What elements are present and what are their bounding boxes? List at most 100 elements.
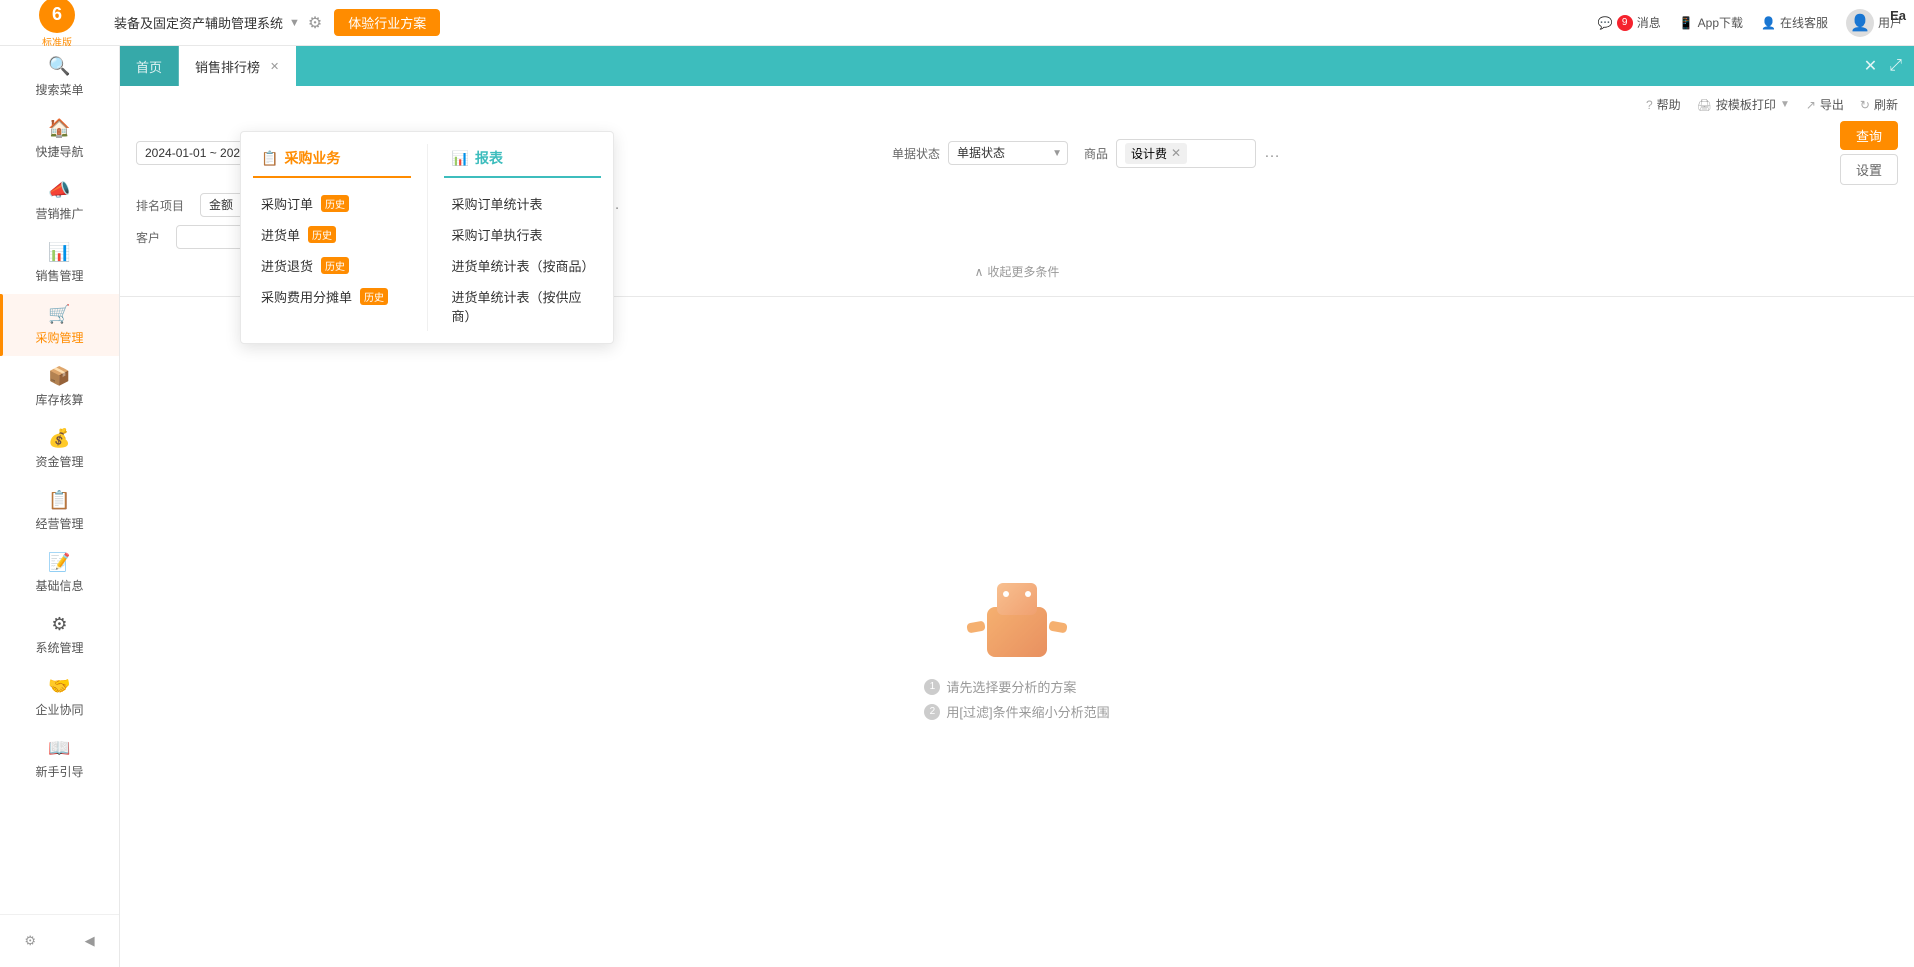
sidebar-item-inventory[interactable]: 📦 库存核算	[0, 356, 119, 418]
active-indicator	[0, 294, 3, 356]
close-tab-icon[interactable]: ✕	[1860, 52, 1881, 80]
menu-item-order-execute[interactable]: 采购订单执行表	[444, 219, 602, 250]
tabbar: 首页 销售排行榜 ✕ ✕ ⤢	[120, 46, 1914, 86]
settings-icon: ⚙	[24, 933, 36, 949]
print-button[interactable]: 🖨 按模板打印 ▼	[1697, 96, 1790, 113]
chevron-down-icon: ▼	[289, 17, 300, 29]
sidebar-item-sales[interactable]: 📊 销售管理	[0, 232, 119, 294]
sidebar: 🔍 搜索菜单 🏠 快捷导航 📣 营销推广 📊 销售管理 🛒 采购管理 📦 库存核…	[0, 46, 120, 967]
refresh-icon: ↻	[1860, 98, 1870, 112]
logo: 6 标准版	[12, 0, 102, 49]
sidebar-item-marketing[interactable]: 📣 营销推广	[0, 170, 119, 232]
operations-icon: 📋	[48, 490, 70, 511]
export-icon: ↗	[1806, 98, 1816, 112]
product-label: 商品	[1084, 145, 1108, 162]
history-badge-4: 历史	[360, 288, 388, 305]
inventory-icon: 📦	[48, 366, 70, 387]
system-icon: ⚙	[51, 614, 67, 635]
collapse-up-icon: ∧	[975, 265, 984, 279]
refresh-button[interactable]: ↻ 刷新	[1860, 96, 1898, 113]
customer-label: 客户	[136, 229, 160, 246]
system-name: 装备及固定资产辅助管理系统	[114, 13, 283, 32]
help-button[interactable]: ? 帮助	[1646, 96, 1681, 113]
system-selector[interactable]: 装备及固定资产辅助管理系统 ▼	[114, 13, 300, 32]
gear-icon[interactable]: ⚙	[308, 13, 322, 33]
settings-button[interactable]: 设置	[1840, 154, 1898, 185]
status-select-wrap: 单据状态 ▼	[948, 141, 1068, 165]
expand-icon[interactable]: ⤢	[1885, 53, 1906, 79]
online-service-button[interactable]: 👤 在线客服	[1761, 14, 1828, 31]
print-icon: 🖨	[1697, 98, 1712, 112]
product-dots-button[interactable]: …	[1264, 144, 1280, 162]
export-button[interactable]: ↗ 导出	[1806, 96, 1844, 113]
menu-item-inbound[interactable]: 进货单 历史	[253, 219, 411, 250]
report-section-icon: 📊	[452, 150, 469, 167]
dot-icon-2: 2	[924, 704, 940, 720]
empty-state: 1 请先选择要分析的方案 2 用[过滤]条件来缩小分析范围	[120, 297, 1914, 967]
avatar: 👤	[1846, 9, 1874, 37]
search-icon: 🔍	[48, 56, 70, 77]
guide-icon: 📖	[48, 738, 70, 759]
purchase-section-title: 📋 采购业务	[253, 144, 411, 178]
sidebar-item-basic-info[interactable]: 📝 基础信息	[0, 542, 119, 604]
tab-close-icon[interactable]: ✕	[270, 60, 279, 73]
home-icon: 🏠	[48, 118, 70, 139]
sidebar-item-system[interactable]: ⚙ 系统管理	[0, 604, 119, 666]
report-section-title: 📊 报表	[444, 144, 602, 178]
sidebar-item-guide[interactable]: 📖 新手引导	[0, 728, 119, 790]
detection-text: Ea	[1890, 8, 1906, 23]
sidebar-item-quick-nav[interactable]: 🏠 快捷导航	[0, 108, 119, 170]
empty-tip-2: 2 用[过滤]条件来缩小分析范围	[924, 702, 1109, 721]
app-download-button[interactable]: 📱 App下载	[1679, 14, 1743, 31]
message-icon: 💬	[1598, 16, 1613, 30]
menu-divider	[427, 144, 428, 331]
help-icon: ?	[1646, 98, 1653, 112]
purchase-icon: 🛒	[48, 304, 70, 325]
query-button[interactable]: 查询	[1840, 121, 1898, 150]
empty-tip-1: 1 请先选择要分析的方案	[924, 677, 1109, 696]
menu-item-inbound-by-product[interactable]: 进货单统计表（按商品）	[444, 250, 602, 281]
topbar-right: 💬 9 消息 📱 App下载 👤 在线客服 👤 用户 Ea	[1598, 9, 1902, 37]
menu-item-order-stats[interactable]: 采购订单统计表	[444, 188, 602, 219]
menu-item-return[interactable]: 进货退货 历史	[253, 250, 411, 281]
history-badge-2: 历史	[308, 226, 336, 243]
sidebar-settings-button[interactable]: ⚙	[14, 923, 46, 959]
basic-info-icon: 📝	[48, 552, 70, 573]
dot-icon-1: 1	[924, 679, 940, 695]
tab-home[interactable]: 首页	[120, 46, 179, 86]
tag-close-icon[interactable]: ✕	[1171, 146, 1181, 160]
sidebar-collapse-button[interactable]: ◀	[75, 923, 105, 959]
messages-button[interactable]: 💬 9 消息	[1598, 14, 1661, 31]
product-tag: 设计费 ✕	[1125, 143, 1187, 164]
main-layout: 🔍 搜索菜单 🏠 快捷导航 📣 营销推广 📊 销售管理 🛒 采购管理 📦 库存核…	[0, 46, 1914, 967]
sidebar-item-search[interactable]: 🔍 搜索菜单	[0, 46, 119, 108]
sidebar-item-capital[interactable]: 💰 资金管理	[0, 418, 119, 480]
history-badge: 历史	[321, 195, 349, 212]
report-menu-section: 📊 报表 采购订单统计表 采购订单执行表 进货单统计表（按商品） 进货单统计表（…	[432, 144, 614, 331]
message-badge: 9	[1617, 15, 1633, 31]
rank-label: 排名项目	[136, 197, 184, 214]
sidebar-item-purchase[interactable]: 🛒 采购管理	[0, 294, 119, 356]
print-chevron: ▼	[1780, 99, 1790, 110]
marketing-icon: 📣	[48, 180, 70, 201]
menu-item-inbound-by-supplier[interactable]: 进货单统计表（按供应商）	[444, 281, 602, 331]
sidebar-item-enterprise[interactable]: 🤝 企业协同	[0, 666, 119, 728]
tabbar-actions: ✕ ⤢	[1860, 52, 1914, 80]
industry-button[interactable]: 体验行业方案	[334, 9, 440, 36]
menu-item-expense[interactable]: 采购费用分摊单 历史	[253, 281, 411, 312]
sidebar-bottom: ⚙ ◀	[0, 914, 119, 967]
history-badge-3: 历史	[321, 257, 349, 274]
sidebar-item-operations[interactable]: 📋 经营管理	[0, 480, 119, 542]
purchase-menu-section: 📋 采购业务 采购订单 历史 进货单 历史 进货退货 历史 采购费用分摊单	[241, 144, 423, 331]
collapse-icon: ◀	[85, 933, 95, 949]
menu-item-purchase-order[interactable]: 采购订单 历史	[253, 188, 411, 219]
purchase-section-icon: 📋	[261, 150, 278, 167]
collapse-button[interactable]: ∧ 收起更多条件	[975, 257, 1060, 286]
tab-sales-rank[interactable]: 销售排行榜 ✕	[179, 46, 296, 86]
enterprise-icon: 🤝	[48, 676, 70, 697]
empty-tips: 1 请先选择要分析的方案 2 用[过滤]条件来缩小分析范围	[924, 677, 1109, 727]
status-select[interactable]: 单据状态	[948, 141, 1068, 165]
capital-icon: 💰	[48, 428, 70, 449]
topbar: 6 标准版 装备及固定资产辅助管理系统 ▼ ⚙ 体验行业方案 💬 9 消息 📱 …	[0, 0, 1914, 46]
messages-label: 消息	[1637, 14, 1661, 31]
